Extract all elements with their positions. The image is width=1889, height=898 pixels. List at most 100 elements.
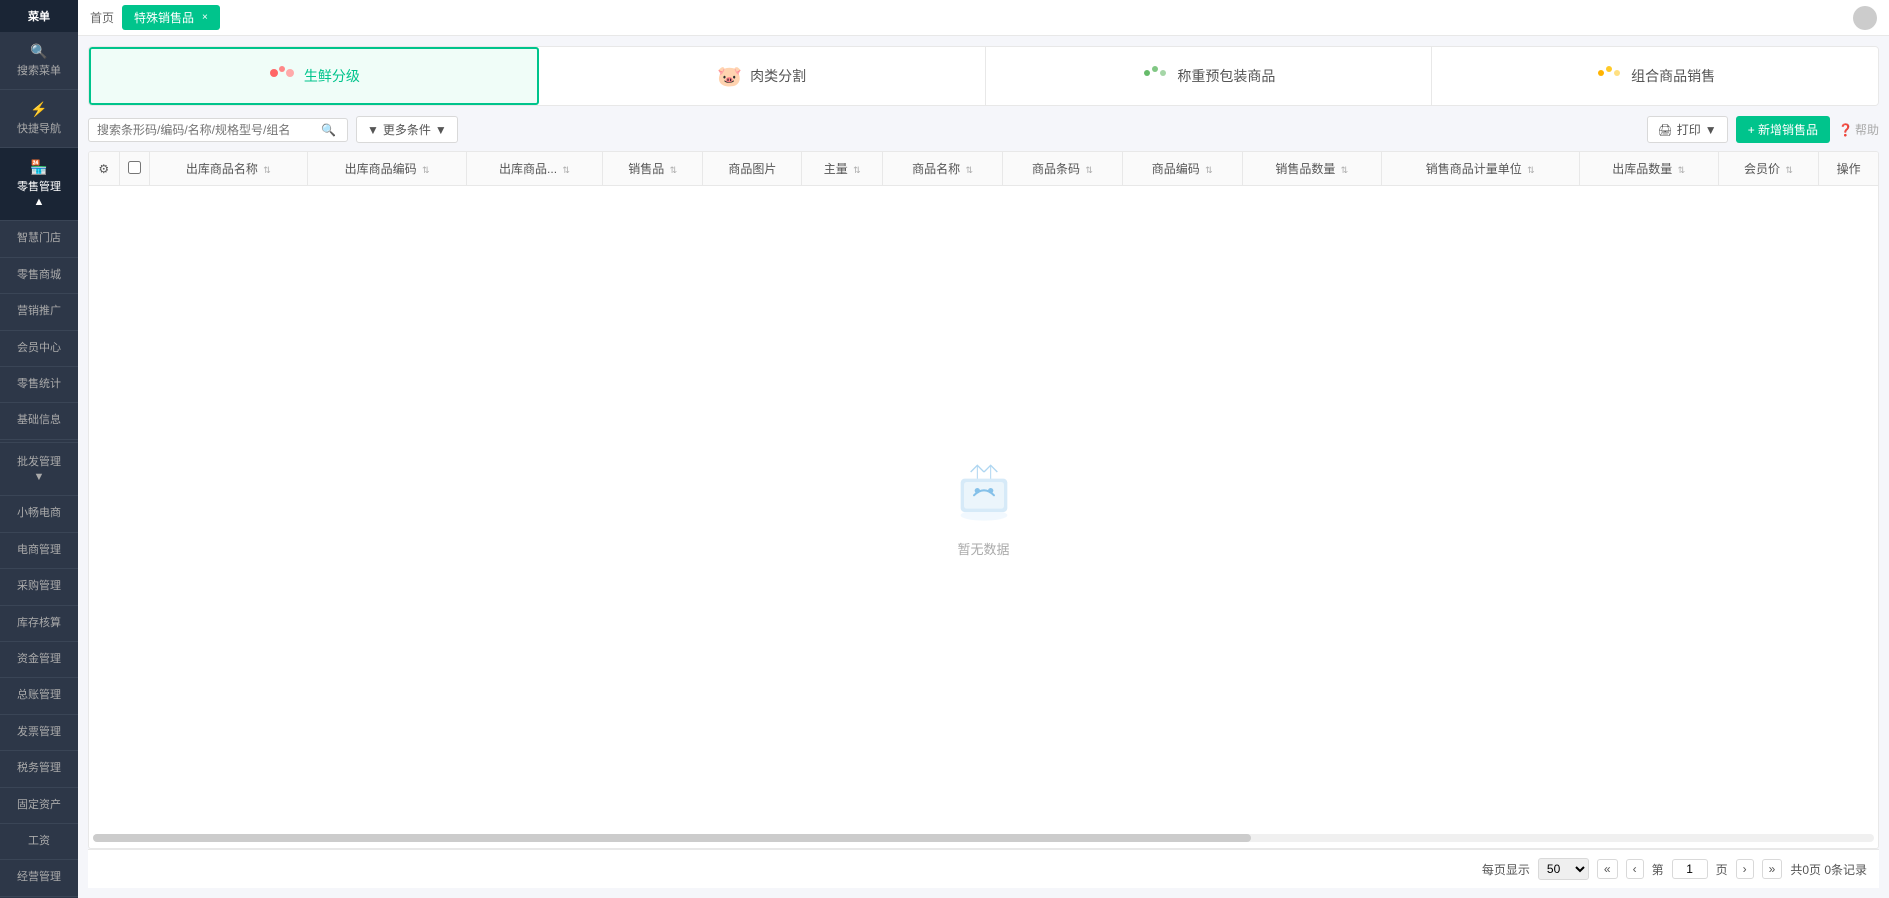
breadcrumb-home[interactable]: 首页: [90, 9, 114, 26]
filter-arrow-icon: ▼: [435, 123, 447, 137]
sidebar-item-invoice[interactable]: 发票管理: [0, 715, 78, 751]
pagination-bar: 每页显示 50 100 200 « ‹ 第 页 › » 共0页 0条记录: [88, 849, 1879, 888]
prev-page-button[interactable]: ‹: [1626, 859, 1644, 879]
col-out-goods-code[interactable]: 出库商品编码 ⇅: [308, 152, 467, 186]
sidebar-item-marketing[interactable]: 营销推广: [0, 294, 78, 330]
sidebar-item-label: 快捷导航: [17, 122, 61, 137]
sidebar-item-ecom-mgmt[interactable]: 电商管理: [0, 533, 78, 569]
sidebar-item-fixed-assets[interactable]: 固定资产: [0, 788, 78, 824]
scrollbar-thumb[interactable]: [93, 834, 1251, 842]
toolbar: 🔍 ▼ 更多条件 ▼ 🖨 打印 ▼ + 新增销售品 ❓ 帮助: [88, 116, 1879, 143]
tab-fresh-grade[interactable]: 生鲜分级: [89, 47, 539, 105]
col-checkbox[interactable]: [119, 152, 149, 186]
sort-icon: ⇅: [1785, 165, 1793, 175]
add-sales-item-button[interactable]: + 新增销售品: [1736, 116, 1830, 143]
filter-button[interactable]: ▼ 更多条件 ▼: [356, 116, 458, 143]
tab-combo-sales-label: 组合商品销售: [1631, 66, 1715, 86]
sidebar-item-general-ledger[interactable]: 总账管理: [0, 678, 78, 714]
next-page-button[interactable]: ›: [1736, 859, 1754, 879]
sidebar-item-smart-store[interactable]: 智慧门店: [0, 221, 78, 257]
printer-icon: 🖨: [1658, 123, 1673, 137]
col-member-price[interactable]: 会员价 ⇅: [1718, 152, 1818, 186]
sidebar-item-tax[interactable]: 税务管理: [0, 751, 78, 787]
col-goods-barcode[interactable]: 商品条码 ⇅: [1003, 152, 1123, 186]
col-out-goods-spec[interactable]: 出库商品... ⇅: [466, 152, 602, 186]
sidebar-item-label: 会员中心: [17, 341, 61, 356]
search-menu-icon: 🔍: [30, 42, 47, 62]
col-out-qty[interactable]: 出库品数量 ⇅: [1579, 152, 1718, 186]
sidebar-item-label: 税务管理: [17, 761, 61, 776]
sort-icon: ⇅: [263, 165, 271, 175]
filter-icon: ▼: [367, 123, 379, 137]
search-box[interactable]: 🔍: [88, 118, 348, 142]
col-goods-name[interactable]: 商品名称 ⇅: [883, 152, 1003, 186]
search-icon: 🔍: [321, 123, 336, 137]
sidebar-item-basic-info[interactable]: 基础信息: [0, 403, 78, 439]
print-button[interactable]: 🖨 打印 ▼: [1647, 116, 1728, 143]
sidebar-item-label: 采购管理: [17, 579, 61, 594]
tab-meat-cut[interactable]: 🐷 肉类分割: [539, 47, 986, 105]
last-page-button[interactable]: »: [1762, 859, 1783, 879]
empty-text: 暂无数据: [957, 539, 1009, 558]
select-all-checkbox[interactable]: [128, 161, 141, 174]
sidebar-item-label: 发票管理: [17, 725, 61, 740]
sidebar-item-member-center[interactable]: 会员中心: [0, 331, 78, 367]
pig-icon: 🐷: [717, 64, 742, 89]
print-arrow-icon: ▼: [1705, 123, 1717, 137]
sidebar-item-wages[interactable]: 工资: [0, 824, 78, 860]
page-size-select[interactable]: 50 100 200: [1538, 858, 1589, 880]
data-table: ⚙ 出库商品名称 ⇅ 出库商品编码 ⇅ 出库商品... ⇅: [89, 152, 1878, 186]
top-bar: 首页 特殊销售品 ×: [78, 0, 1889, 36]
search-input[interactable]: [97, 123, 317, 137]
sidebar-item-inventory[interactable]: 库存核算: [0, 606, 78, 642]
sidebar-item-batch-mgmt[interactable]: 批发管理 ▼: [0, 445, 78, 497]
help-button[interactable]: ❓ 帮助: [1838, 121, 1879, 138]
sidebar-item-operations[interactable]: 经营管理: [0, 860, 78, 896]
col-goods-image: 商品图片: [703, 152, 802, 186]
col-sales-qty[interactable]: 销售品数量 ⇅: [1242, 152, 1381, 186]
per-page-label: 每页显示: [1482, 861, 1530, 878]
quick-nav-icon: ⚡: [30, 100, 47, 120]
tab-fresh-grade-label: 生鲜分级: [304, 66, 360, 86]
sidebar-item-search-menu[interactable]: 🔍 搜索菜单: [0, 32, 78, 90]
top-right-area: [1853, 6, 1877, 30]
active-tab[interactable]: 特殊销售品 ×: [122, 5, 220, 30]
sort-icon: ⇅: [1341, 165, 1349, 175]
table-container: ⚙ 出库商品名称 ⇅ 出库商品编码 ⇅ 出库商品... ⇅: [88, 151, 1879, 849]
user-avatar[interactable]: [1853, 6, 1877, 30]
chevron-icon: ▲: [34, 195, 45, 210]
sidebar-item-mini-ecom[interactable]: 小畅电商: [0, 496, 78, 532]
col-sales-goods[interactable]: 销售品 ⇅: [603, 152, 703, 186]
empty-illustration: [944, 457, 1024, 527]
sort-icon: ⇅: [422, 165, 430, 175]
horizontal-scrollbar[interactable]: [89, 828, 1878, 848]
sidebar-item-retail-stats[interactable]: 零售统计: [0, 367, 78, 403]
sidebar-item-quick-nav[interactable]: ⚡ 快捷导航: [0, 90, 78, 148]
print-label: 打印: [1677, 121, 1701, 138]
tab-scale-package[interactable]: 称重预包装商品: [986, 47, 1433, 105]
sidebar-item-finance[interactable]: 资金管理: [0, 642, 78, 678]
fresh-grade-icon: [268, 63, 296, 89]
close-tab-button[interactable]: ×: [202, 12, 208, 23]
first-page-button[interactable]: «: [1597, 859, 1618, 879]
main-content: 首页 特殊销售品 × 生鲜分级 🐷: [78, 0, 1889, 898]
col-out-goods-name-label: 出库商品名称: [186, 162, 258, 176]
sidebar-item-purchase-mgmt[interactable]: 采购管理: [0, 569, 78, 605]
category-tabs: 生鲜分级 🐷 肉类分割 称重预包装商品: [88, 46, 1879, 106]
col-goods-code[interactable]: 商品编码 ⇅: [1122, 152, 1242, 186]
tab-combo-sales[interactable]: 组合商品销售: [1432, 47, 1878, 105]
col-main-weight[interactable]: 主量 ⇅: [802, 152, 883, 186]
col-settings[interactable]: ⚙: [89, 152, 119, 186]
sidebar-item-retail-mgmt[interactable]: 🏪 零售管理 ▲: [0, 148, 78, 221]
sidebar-item-label: 基础信息: [17, 413, 61, 428]
page-number-input[interactable]: [1672, 859, 1708, 879]
sidebar-item-label: 电商管理: [17, 543, 61, 558]
chevron-down-icon: ▼: [34, 470, 45, 485]
col-sales-unit[interactable]: 销售商品计量单位 ⇅: [1381, 152, 1579, 186]
col-out-goods-name[interactable]: 出库商品名称 ⇅: [149, 152, 308, 186]
add-label: + 新增销售品: [1748, 121, 1818, 138]
sort-icon: ⇅: [1085, 165, 1093, 175]
sidebar-item-label: 营销推广: [17, 304, 61, 319]
sidebar-item-label: 零售商城: [17, 268, 61, 283]
sidebar-item-retail-mall[interactable]: 零售商城: [0, 258, 78, 294]
